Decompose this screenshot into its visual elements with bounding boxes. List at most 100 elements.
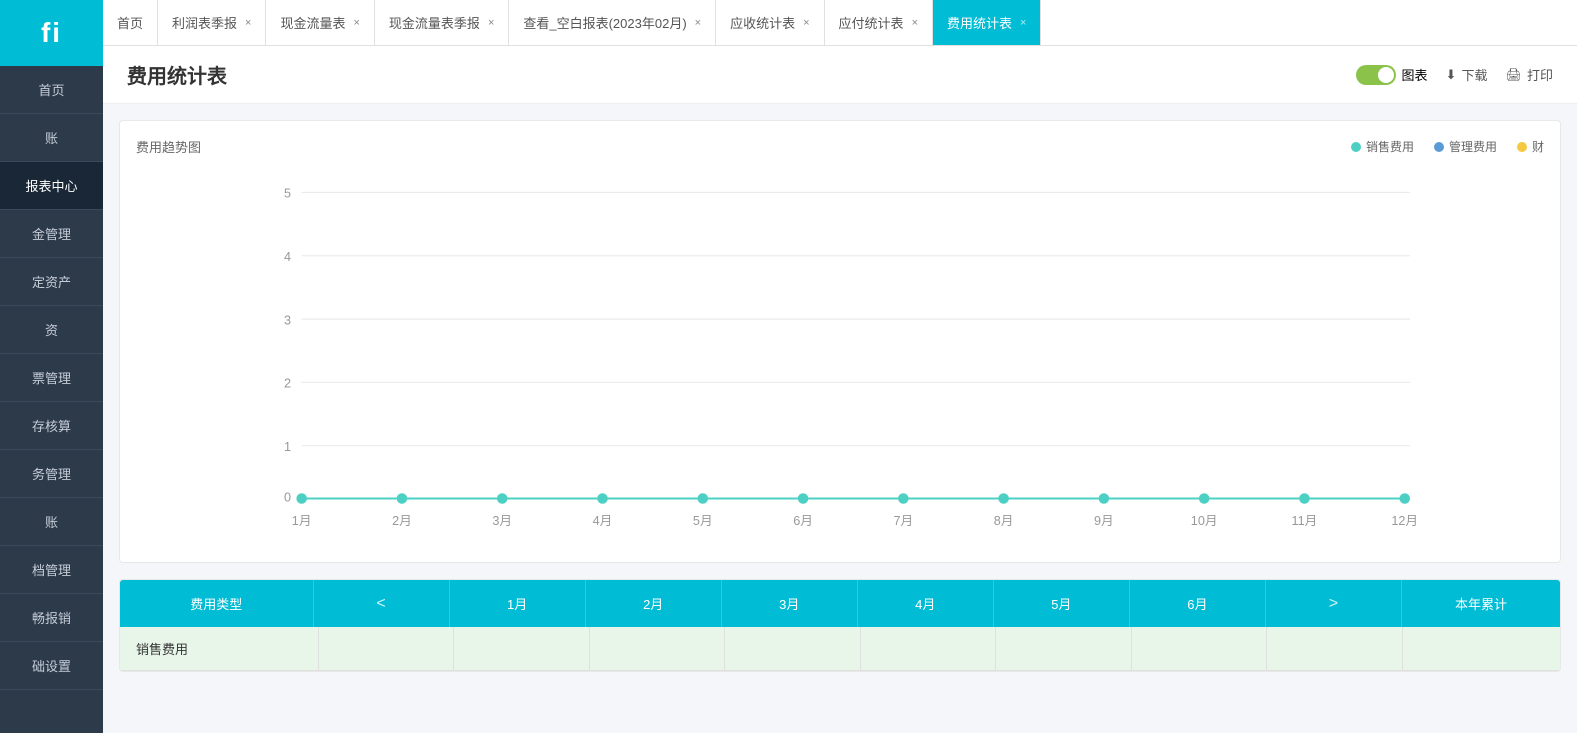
page-content: 费用统计表 图表 ⬇ 下载 🖨 打印 费用趋势图 [103, 46, 1577, 733]
td-empty-1 [319, 627, 454, 670]
legend-dot-admin [1434, 142, 1444, 152]
sidebar: fi 首页 账 报表中心 金管理 定资产 资 票管理 存核算 务管理 账 档管理… [0, 0, 103, 733]
sidebar-item-resource[interactable]: 资 [0, 306, 103, 354]
tab-expense-stats[interactable]: 费用统计表 × [933, 0, 1041, 45]
th-month1: 1月 [450, 580, 586, 627]
print-icon: 🖨 [1505, 67, 1522, 83]
tab-close-cashflow-quarterly[interactable]: × [488, 17, 494, 29]
th-nav-prev[interactable]: < [314, 580, 450, 627]
th-nav-next[interactable]: > [1266, 580, 1402, 627]
chart-section: 费用趋势图 销售费用 管理费用 财 [119, 120, 1561, 563]
svg-text:1月: 1月 [292, 514, 312, 528]
chart-legend: 销售费用 管理费用 财 [1351, 138, 1544, 155]
td-sales-m6 [1132, 627, 1267, 670]
legend-dot-finance [1517, 142, 1527, 152]
tab-bar: 首页 利润表季报 × 现金流量表 × 现金流量表季报 × 查看_空白报表(202… [103, 0, 1577, 46]
svg-text:0: 0 [284, 491, 291, 505]
sidebar-item-settings[interactable]: 础设置 [0, 642, 103, 690]
sidebar-logo: fi [0, 0, 103, 66]
sidebar-item-reports[interactable]: 报表中心 [0, 162, 103, 210]
td-sales-m1 [454, 627, 589, 670]
td-empty-2 [1267, 627, 1402, 670]
svg-text:4月: 4月 [593, 514, 613, 528]
tab-cashflow-quarterly[interactable]: 现金流量表季报 × [375, 0, 509, 45]
chart-toggle-wrap: 图表 [1356, 65, 1428, 85]
svg-text:6月: 6月 [793, 514, 813, 528]
legend-label-sales: 销售费用 [1366, 138, 1414, 155]
th-month2: 2月 [586, 580, 722, 627]
page-header: 费用统计表 图表 ⬇ 下载 🖨 打印 [103, 46, 1577, 104]
th-month4: 4月 [858, 580, 994, 627]
tab-close-cashflow[interactable]: × [353, 17, 359, 29]
tab-payable[interactable]: 应付统计表 × [825, 0, 933, 45]
legend-label-admin: 管理费用 [1449, 138, 1497, 155]
sidebar-item-service[interactable]: 务管理 [0, 450, 103, 498]
svg-text:4: 4 [284, 250, 291, 264]
tab-close-blank-report[interactable]: × [695, 17, 701, 29]
svg-text:3: 3 [284, 313, 291, 327]
tab-close-payable[interactable]: × [912, 17, 918, 29]
tab-receivable[interactable]: 应收统计表 × [716, 0, 824, 45]
legend-sales: 销售费用 [1351, 138, 1414, 155]
page-title: 费用统计表 [127, 60, 227, 89]
sidebar-item-finance[interactable]: 金管理 [0, 210, 103, 258]
sidebar-item-archive[interactable]: 档管理 [0, 546, 103, 594]
th-month3: 3月 [722, 580, 858, 627]
download-button[interactable]: ⬇ 下载 [1446, 65, 1488, 84]
chart-title: 费用趋势图 [136, 137, 201, 156]
svg-text:5月: 5月 [693, 514, 713, 528]
svg-text:2: 2 [284, 377, 291, 391]
table-header-row: 费用类型 < 1月 2月 3月 4月 5月 6月 > 本年累计 [120, 580, 1560, 627]
sidebar-item-home[interactable]: 首页 [0, 66, 103, 114]
td-sales-m3 [725, 627, 860, 670]
svg-text:2月: 2月 [392, 514, 412, 528]
sidebar-item-inventory[interactable]: 存核算 [0, 402, 103, 450]
chart-header: 费用趋势图 销售费用 管理费用 财 [136, 137, 1544, 156]
th-month5: 5月 [994, 580, 1130, 627]
th-month6: 6月 [1130, 580, 1266, 627]
tab-profit[interactable]: 利润表季报 × [158, 0, 266, 45]
svg-text:1: 1 [284, 440, 291, 454]
td-sales-m2 [590, 627, 725, 670]
legend-label-finance: 财 [1532, 138, 1544, 155]
header-actions: 图表 ⬇ 下载 🖨 打印 [1356, 65, 1553, 85]
chart-container: 5 4 3 2 1 0 [136, 166, 1544, 546]
svg-text:3月: 3月 [492, 514, 512, 528]
td-sales-ytd [1403, 627, 1560, 670]
svg-text:5: 5 [284, 187, 291, 201]
chart-svg: 5 4 3 2 1 0 [136, 166, 1544, 546]
tab-close-receivable[interactable]: × [803, 17, 809, 29]
td-type-sales: 销售费用 [120, 627, 319, 670]
td-sales-m5 [996, 627, 1131, 670]
table-section: 费用类型 < 1月 2月 3月 4月 5月 6月 > 本年累计 销售费用 [119, 579, 1561, 672]
sidebar-item-invoice[interactable]: 票管理 [0, 354, 103, 402]
download-icon: ⬇ [1446, 67, 1457, 83]
tab-close-profit[interactable]: × [245, 17, 251, 29]
print-button[interactable]: 🖨 打印 [1505, 65, 1553, 84]
sidebar-item-ledger[interactable]: 账 [0, 498, 103, 546]
svg-text:11月: 11月 [1292, 514, 1318, 528]
main-area: 首页 利润表季报 × 现金流量表 × 现金流量表季报 × 查看_空白报表(202… [103, 0, 1577, 733]
legend-admin: 管理费用 [1434, 138, 1497, 155]
tab-close-expense-stats[interactable]: × [1020, 17, 1026, 29]
th-type: 费用类型 [120, 580, 314, 627]
svg-text:12月: 12月 [1391, 514, 1418, 528]
legend-finance: 财 [1517, 138, 1544, 155]
chart-toggle[interactable] [1356, 65, 1396, 85]
table-row-sales: 销售费用 [120, 627, 1560, 671]
sidebar-item-account[interactable]: 账 [0, 114, 103, 162]
svg-text:7月: 7月 [893, 514, 913, 528]
legend-dot-sales [1351, 142, 1361, 152]
next-arrow-icon[interactable]: > [1329, 595, 1338, 613]
svg-text:10月: 10月 [1191, 514, 1218, 528]
svg-text:8月: 8月 [994, 514, 1014, 528]
prev-arrow-icon[interactable]: < [376, 595, 385, 613]
sidebar-item-expense[interactable]: 畅报销 [0, 594, 103, 642]
sidebar-item-assets[interactable]: 定资产 [0, 258, 103, 306]
th-ytd: 本年累计 [1402, 580, 1560, 627]
tab-cashflow[interactable]: 现金流量表 × [266, 0, 374, 45]
tab-home[interactable]: 首页 [103, 0, 158, 45]
svg-text:9月: 9月 [1094, 514, 1114, 528]
td-sales-m4 [861, 627, 996, 670]
tab-blank-report[interactable]: 查看_空白报表(2023年02月) × [509, 0, 716, 45]
